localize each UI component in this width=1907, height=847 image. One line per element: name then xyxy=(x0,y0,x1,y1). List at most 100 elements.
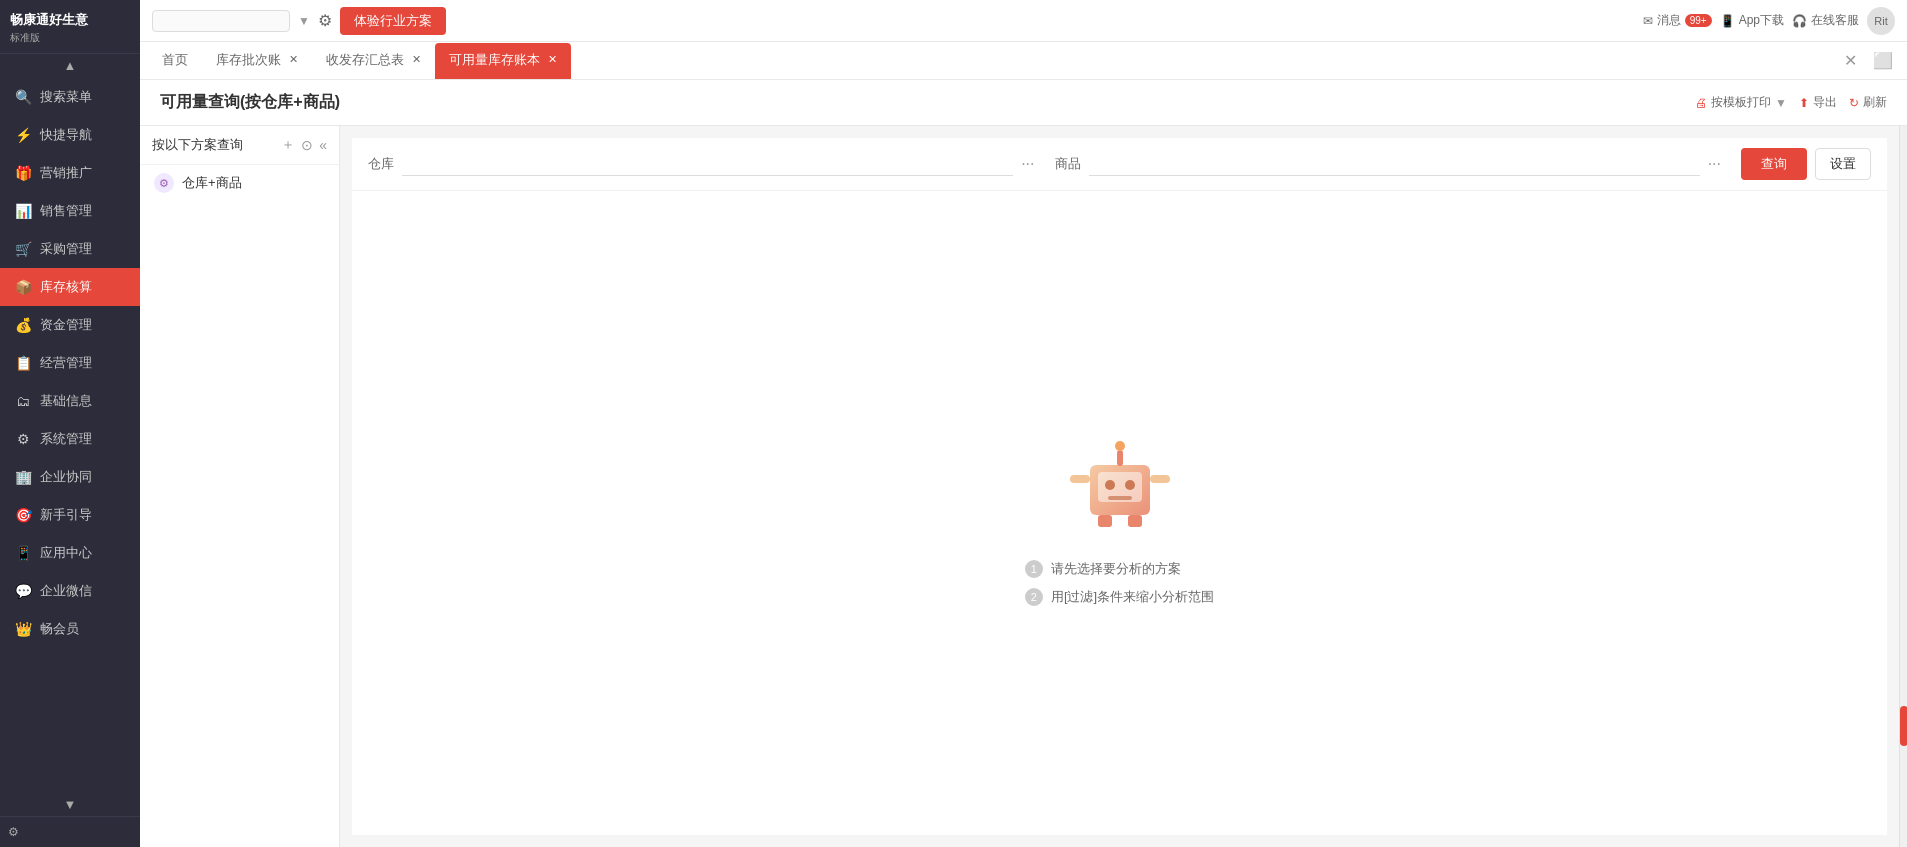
left-panel-header: 按以下方案查询 ＋ ⊙ « xyxy=(140,126,339,165)
messages-btn[interactable]: ✉ 消息 99+ xyxy=(1643,12,1712,29)
messages-label: 消息 xyxy=(1657,12,1681,29)
export-btn[interactable]: ⬆ 导出 xyxy=(1799,94,1837,111)
filter-row: 仓库 ··· 商品 ··· 查询 设置 xyxy=(352,138,1887,191)
refresh-label: 刷新 xyxy=(1863,94,1887,111)
search-icon: 🔍 xyxy=(14,88,32,106)
sidebar-item-label: 资金管理 xyxy=(40,316,92,334)
clipboard-icon: 📋 xyxy=(14,354,32,372)
tab-available[interactable]: 可用量库存账本 ✕ xyxy=(435,43,571,79)
industry-btn[interactable]: 体验行业方案 xyxy=(340,7,446,35)
gear-settings-icon[interactable]: ⚙ xyxy=(318,11,332,30)
page-header: 可用量查询(按仓库+商品) 🖨 按模板打印 ▼ ⬆ 导出 ↻ 刷新 xyxy=(140,80,1907,126)
scheme-item-warehouse-goods[interactable]: ⚙ 仓库+商品 xyxy=(140,165,339,201)
sidebar-item-guide[interactable]: 🎯 新手引导 xyxy=(0,496,140,534)
add-scheme-btn[interactable]: ＋ xyxy=(281,136,295,154)
tabs-bar: 首页 库存批次账 ✕ 收发存汇总表 ✕ 可用量库存账本 ✕ ✕ ⬜ xyxy=(140,42,1907,80)
warehouse-more-btn[interactable]: ··· xyxy=(1021,155,1034,173)
sidebar-item-basic[interactable]: 🗂 基础信息 xyxy=(0,382,140,420)
message-icon: ✉ xyxy=(1643,14,1653,28)
right-scrollbar[interactable] xyxy=(1899,126,1907,847)
settings-btn[interactable]: 设置 xyxy=(1815,148,1871,180)
sidebar-item-marketing[interactable]: 🎁 营销推广 xyxy=(0,154,140,192)
svg-rect-4 xyxy=(1108,496,1132,500)
empty-tip-1: 1 请先选择要分析的方案 xyxy=(1025,560,1214,578)
sidebar-item-system[interactable]: ⚙ 系统管理 xyxy=(0,420,140,458)
tab-batch-close[interactable]: ✕ xyxy=(289,53,298,66)
sidebar-item-search[interactable]: 🔍 搜索菜单 xyxy=(0,78,140,116)
version-badge: 标准版 xyxy=(10,31,130,45)
page-title: 可用量查询(按仓库+商品) xyxy=(160,92,340,113)
tab-home[interactable]: 首页 xyxy=(148,43,202,79)
search-input[interactable] xyxy=(161,14,281,28)
sidebar-item-wechat[interactable]: 💬 企业微信 xyxy=(0,572,140,610)
right-content: 仓库 ··· 商品 ··· 查询 设置 xyxy=(340,126,1899,847)
empty-state: 1 请先选择要分析的方案 2 用[过滤]条件来缩小分析范围 xyxy=(352,191,1887,835)
refresh-btn[interactable]: ↻ 刷新 xyxy=(1849,94,1887,111)
dropdown-icon[interactable]: ▼ xyxy=(298,14,310,28)
sidebar-bottom[interactable]: ⚙ xyxy=(0,816,140,847)
maximize-window-btn[interactable]: ⬜ xyxy=(1867,49,1899,72)
customer-service-label: 在线客服 xyxy=(1811,12,1859,29)
left-panel-actions: ＋ ⊙ « xyxy=(281,136,327,154)
close-window-btn[interactable]: ✕ xyxy=(1838,49,1863,72)
sidebar-item-label: 新手引导 xyxy=(40,506,92,524)
sidebar-scroll-up[interactable]: ▲ xyxy=(0,54,140,78)
tab-stocksummary-label: 收发存汇总表 xyxy=(326,51,404,69)
collapse-btn[interactable]: « xyxy=(319,137,327,153)
cart-icon: 🛒 xyxy=(14,240,32,258)
empty-illustration xyxy=(1060,420,1180,540)
warehouse-input[interactable] xyxy=(402,152,1013,176)
sidebar-item-operations[interactable]: 📋 经营管理 xyxy=(0,344,140,382)
goods-label: 商品 xyxy=(1055,155,1081,173)
sidebar-item-apps[interactable]: 📱 应用中心 xyxy=(0,534,140,572)
sidebar-item-label: 企业协同 xyxy=(40,468,92,486)
target-icon: 🎯 xyxy=(14,506,32,524)
print-btn[interactable]: 🖨 按模板打印 ▼ xyxy=(1695,94,1787,111)
query-btn[interactable]: 查询 xyxy=(1741,148,1807,180)
refresh-icon: ↻ xyxy=(1849,96,1859,110)
home-label: 首页 xyxy=(162,51,188,69)
phone-icon: 📱 xyxy=(1720,14,1735,28)
app-download-btn[interactable]: 📱 App下载 xyxy=(1720,12,1784,29)
money-icon: 💰 xyxy=(14,316,32,334)
sidebar-item-label: 库存核算 xyxy=(40,278,92,296)
mobile-icon: 📱 xyxy=(14,544,32,562)
goods-field: 商品 ··· xyxy=(1055,152,1722,176)
sidebar-item-label: 经营管理 xyxy=(40,354,92,372)
customer-service-btn[interactable]: 🎧 在线客服 xyxy=(1792,12,1859,29)
tab-batch[interactable]: 库存批次账 ✕ xyxy=(202,43,312,79)
svg-point-2 xyxy=(1105,480,1115,490)
goods-more-btn[interactable]: ··· xyxy=(1708,155,1721,173)
shortcut-icon: ⚡ xyxy=(14,126,32,144)
box-icon: 📦 xyxy=(14,278,32,296)
sidebar-item-finance[interactable]: 💰 资金管理 xyxy=(0,306,140,344)
svg-rect-7 xyxy=(1098,515,1112,527)
sidebar-item-shortcut[interactable]: ⚡ 快捷导航 xyxy=(0,116,140,154)
tab-available-close[interactable]: ✕ xyxy=(548,53,557,66)
print-dropdown-icon[interactable]: ▼ xyxy=(1775,96,1787,110)
sidebar-item-purchase[interactable]: 🛒 采购管理 xyxy=(0,230,140,268)
company-name: 畅康通好生意 xyxy=(10,12,130,29)
gift-icon: 🎁 xyxy=(14,164,32,182)
building-icon: 🏢 xyxy=(14,468,32,486)
user-avatar[interactable]: Rit xyxy=(1867,7,1895,35)
top-bar-search-box[interactable] xyxy=(152,10,290,32)
user-name: Rit xyxy=(1874,15,1887,27)
page-header-actions: 🖨 按模板打印 ▼ ⬆ 导出 ↻ 刷新 xyxy=(1695,94,1887,111)
sidebar-item-label: 销售管理 xyxy=(40,202,92,220)
scrollbar-thumb[interactable] xyxy=(1900,706,1907,746)
tab-stocksummary[interactable]: 收发存汇总表 ✕ xyxy=(312,43,435,79)
print-label: 按模板打印 xyxy=(1711,94,1771,111)
left-panel-title: 按以下方案查询 xyxy=(152,136,243,154)
svg-rect-8 xyxy=(1128,515,1142,527)
sidebar-item-member[interactable]: 👑 畅会员 xyxy=(0,610,140,648)
sidebar-scroll-down[interactable]: ▼ xyxy=(0,792,140,816)
goods-input[interactable] xyxy=(1089,152,1700,176)
tab-stocksummary-close[interactable]: ✕ xyxy=(412,53,421,66)
sidebar-item-enterprise[interactable]: 🏢 企业协同 xyxy=(0,458,140,496)
edit-scheme-btn[interactable]: ⊙ xyxy=(301,137,313,153)
svg-rect-9 xyxy=(1070,475,1090,483)
sidebar-item-inventory[interactable]: 📦 库存核算 xyxy=(0,268,140,306)
sidebar-header: 畅康通好生意 标准版 xyxy=(0,0,140,54)
sidebar-item-sales[interactable]: 📊 销售管理 xyxy=(0,192,140,230)
